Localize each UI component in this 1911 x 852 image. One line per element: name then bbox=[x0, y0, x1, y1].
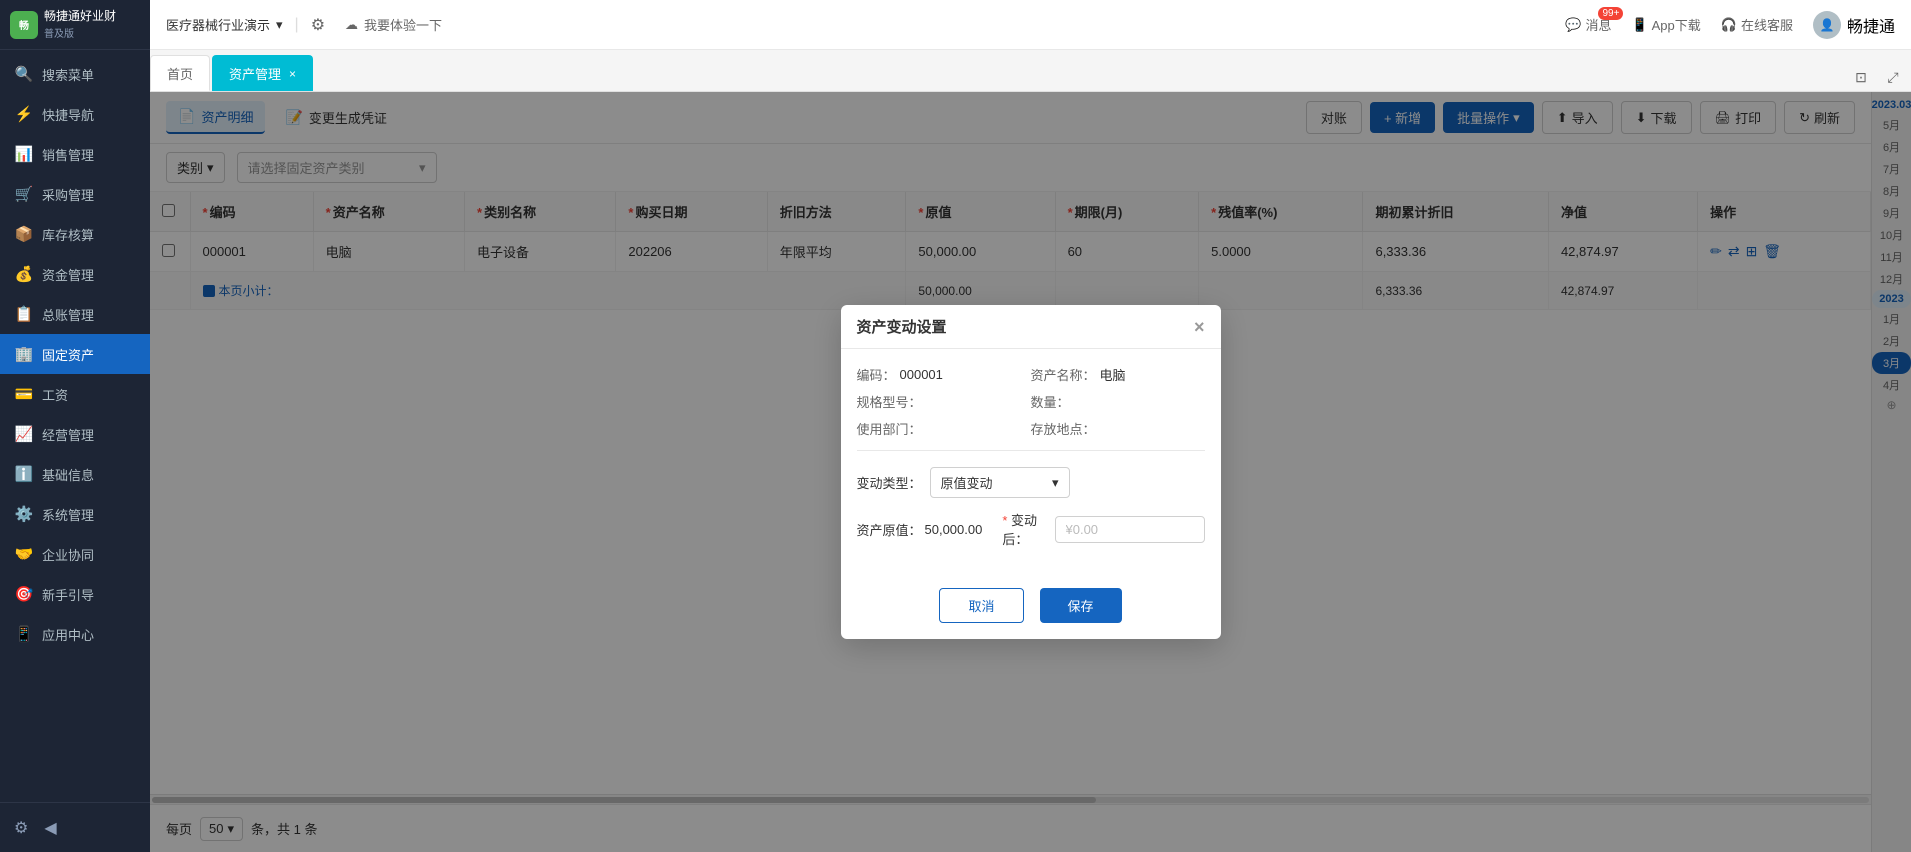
modal-dept-item: 使用部门： bbox=[857, 419, 1031, 438]
logo-icon: 畅 bbox=[10, 11, 38, 39]
tab-close-icon[interactable]: × bbox=[289, 67, 296, 81]
change-type-label: 变动类型： bbox=[857, 473, 922, 492]
modal-cancel-btn[interactable]: 取消 bbox=[939, 588, 1023, 623]
quick-nav-icon: ⚡ bbox=[14, 104, 34, 124]
topbar-divider: | bbox=[295, 16, 299, 34]
sidebar-nav: 🔍 搜索菜单 ⚡ 快捷导航 📊 销售管理 🛒 采购管理 📦 库存核算 💰 资金管… bbox=[0, 50, 150, 802]
company-selector[interactable]: 医疗器械行业演示 ▾ bbox=[166, 15, 283, 34]
sales-icon: 📊 bbox=[14, 144, 34, 164]
modal-code-item: 编码： 000001 bbox=[857, 365, 1031, 384]
experience-icon: ☁ bbox=[345, 17, 358, 33]
content-area: 📄 资产明细 📝 变更生成凭证 对账 + 新增 批量操作 ▾ bbox=[150, 92, 1911, 852]
topbar: 医疗器械行业演示 ▾ | ⚙ ☁ 我要体验一下 💬 消息 99+ 📱 App下载… bbox=[150, 0, 1911, 50]
settings-icon[interactable]: ⚙ bbox=[311, 15, 325, 35]
sidebar: 畅 畅捷通好业财 普及版 🔍 搜索菜单 ⚡ 快捷导航 📊 销售管理 🛒 采购管理… bbox=[0, 0, 150, 852]
system-icon: ⚙️ bbox=[14, 504, 34, 524]
payroll-icon: 💳 bbox=[14, 384, 34, 404]
modal-footer: 取消 保存 bbox=[841, 576, 1221, 639]
sidebar-item-quick-nav[interactable]: ⚡ 快捷导航 bbox=[0, 94, 150, 134]
online-support-btn[interactable]: 🎧 在线客服 bbox=[1721, 15, 1793, 34]
original-value-display: 50,000.00 bbox=[925, 517, 983, 542]
sidebar-item-purchase[interactable]: 🛒 采购管理 bbox=[0, 174, 150, 214]
modal-title: 资产变动设置 bbox=[857, 316, 947, 337]
avatar: 👤 bbox=[1813, 11, 1841, 39]
tab-asset-mgmt[interactable]: 资产管理 × bbox=[212, 55, 313, 91]
tabbar: 首页 资产管理 × ⊡ ⤢ bbox=[150, 50, 1911, 92]
tab-home[interactable]: 首页 bbox=[150, 55, 210, 91]
modal-close-btn[interactable]: × bbox=[1194, 318, 1205, 336]
user-menu[interactable]: 👤 畅捷通 bbox=[1813, 11, 1895, 39]
tab-restore-btn[interactable]: ⊡ bbox=[1847, 63, 1875, 91]
sidebar-item-app-center[interactable]: 📱 应用中心 bbox=[0, 614, 150, 654]
cooperation-icon: 🤝 bbox=[14, 544, 34, 564]
after-value-input[interactable] bbox=[1055, 516, 1205, 543]
basic-info-icon: ℹ️ bbox=[14, 464, 34, 484]
sidebar-item-search[interactable]: 🔍 搜索菜单 bbox=[0, 54, 150, 94]
sidebar-item-guide[interactable]: 🎯 新手引导 bbox=[0, 574, 150, 614]
experience-btn[interactable]: ☁ 我要体验一下 bbox=[345, 15, 442, 34]
modal-body: 编码： 000001 资产名称： 电脑 规格型号： 数量： bbox=[841, 349, 1221, 576]
sidebar-item-finance[interactable]: 💰 资金管理 bbox=[0, 254, 150, 294]
sidebar-logo-text: 畅捷通好业财 普及版 bbox=[44, 9, 116, 40]
modal-value-row: 资产原值： 50,000.00 * 变动后： bbox=[857, 510, 1205, 548]
modal-info-grid: 编码： 000001 资产名称： 电脑 规格型号： 数量： bbox=[857, 365, 1205, 451]
sidebar-item-cooperation[interactable]: 🤝 企业协同 bbox=[0, 534, 150, 574]
sidebar-item-operations[interactable]: 📈 经营管理 bbox=[0, 414, 150, 454]
finance-icon: 💰 bbox=[14, 264, 34, 284]
modal-save-btn[interactable]: 保存 bbox=[1040, 588, 1122, 623]
app-download-btn[interactable]: 📱 App下载 bbox=[1631, 15, 1700, 34]
modal-location-item: 存放地点： bbox=[1031, 419, 1205, 438]
topbar-right: 💬 消息 99+ 📱 App下载 🎧 在线客服 👤 畅捷通 bbox=[1565, 11, 1895, 39]
sidebar-item-sales[interactable]: 📊 销售管理 bbox=[0, 134, 150, 174]
modal-name-item: 资产名称： 电脑 bbox=[1031, 365, 1205, 384]
sidebar-item-general-ledger[interactable]: 📋 总账管理 bbox=[0, 294, 150, 334]
support-icon: 🎧 bbox=[1721, 17, 1737, 33]
message-icon: 💬 bbox=[1565, 17, 1581, 33]
general-ledger-icon: 📋 bbox=[14, 304, 34, 324]
search-icon: 🔍 bbox=[14, 64, 34, 84]
modal-change-type-row: 变动类型： 原值变动 ▾ bbox=[857, 467, 1205, 498]
sidebar-header: 畅 畅捷通好业财 普及版 bbox=[0, 0, 150, 50]
main-area: 医疗器械行业演示 ▾ | ⚙ ☁ 我要体验一下 💬 消息 99+ 📱 App下载… bbox=[150, 0, 1911, 852]
inventory-icon: 📦 bbox=[14, 224, 34, 244]
chevron-down-icon: ▾ bbox=[276, 17, 283, 33]
sidebar-item-basic-info[interactable]: ℹ️ 基础信息 bbox=[0, 454, 150, 494]
message-btn[interactable]: 💬 消息 99+ bbox=[1565, 15, 1611, 34]
modal-spec-item: 规格型号： bbox=[857, 392, 1031, 411]
sidebar-item-fixed-assets[interactable]: 🏢 固定资产 bbox=[0, 334, 150, 374]
sidebar-footer: ⚙ ◀ bbox=[0, 802, 150, 852]
purchase-icon: 🛒 bbox=[14, 184, 34, 204]
change-type-select[interactable]: 原值变动 ▾ bbox=[930, 467, 1070, 498]
tabbar-actions: ⊡ ⤢ bbox=[1847, 63, 1911, 91]
asset-change-modal: 资产变动设置 × 编码： 000001 资产名称： 电脑 bbox=[841, 305, 1221, 639]
original-value-label: 资产原值： bbox=[857, 520, 917, 539]
sidebar-item-inventory[interactable]: 📦 库存核算 bbox=[0, 214, 150, 254]
sidebar-item-payroll[interactable]: 💳 工资 bbox=[0, 374, 150, 414]
operations-icon: 📈 bbox=[14, 424, 34, 444]
modal-quantity-item: 数量： bbox=[1031, 392, 1205, 411]
settings-footer-btn[interactable]: ⚙ bbox=[14, 818, 28, 838]
fixed-assets-icon: 🏢 bbox=[14, 344, 34, 364]
collapse-sidebar-btn[interactable]: ◀ bbox=[44, 818, 56, 838]
app-download-icon: 📱 bbox=[1631, 17, 1647, 33]
modal-overlay: 资产变动设置 × 编码： 000001 资产名称： 电脑 bbox=[150, 92, 1911, 852]
app-center-icon: 📱 bbox=[14, 624, 34, 644]
change-type-chevron-icon: ▾ bbox=[1052, 475, 1059, 491]
after-label: * 变动后： bbox=[1002, 510, 1046, 548]
sidebar-item-system[interactable]: ⚙️ 系统管理 bbox=[0, 494, 150, 534]
guide-icon: 🎯 bbox=[14, 584, 34, 604]
modal-header: 资产变动设置 × bbox=[841, 305, 1221, 349]
tab-expand-btn[interactable]: ⤢ bbox=[1879, 63, 1907, 91]
